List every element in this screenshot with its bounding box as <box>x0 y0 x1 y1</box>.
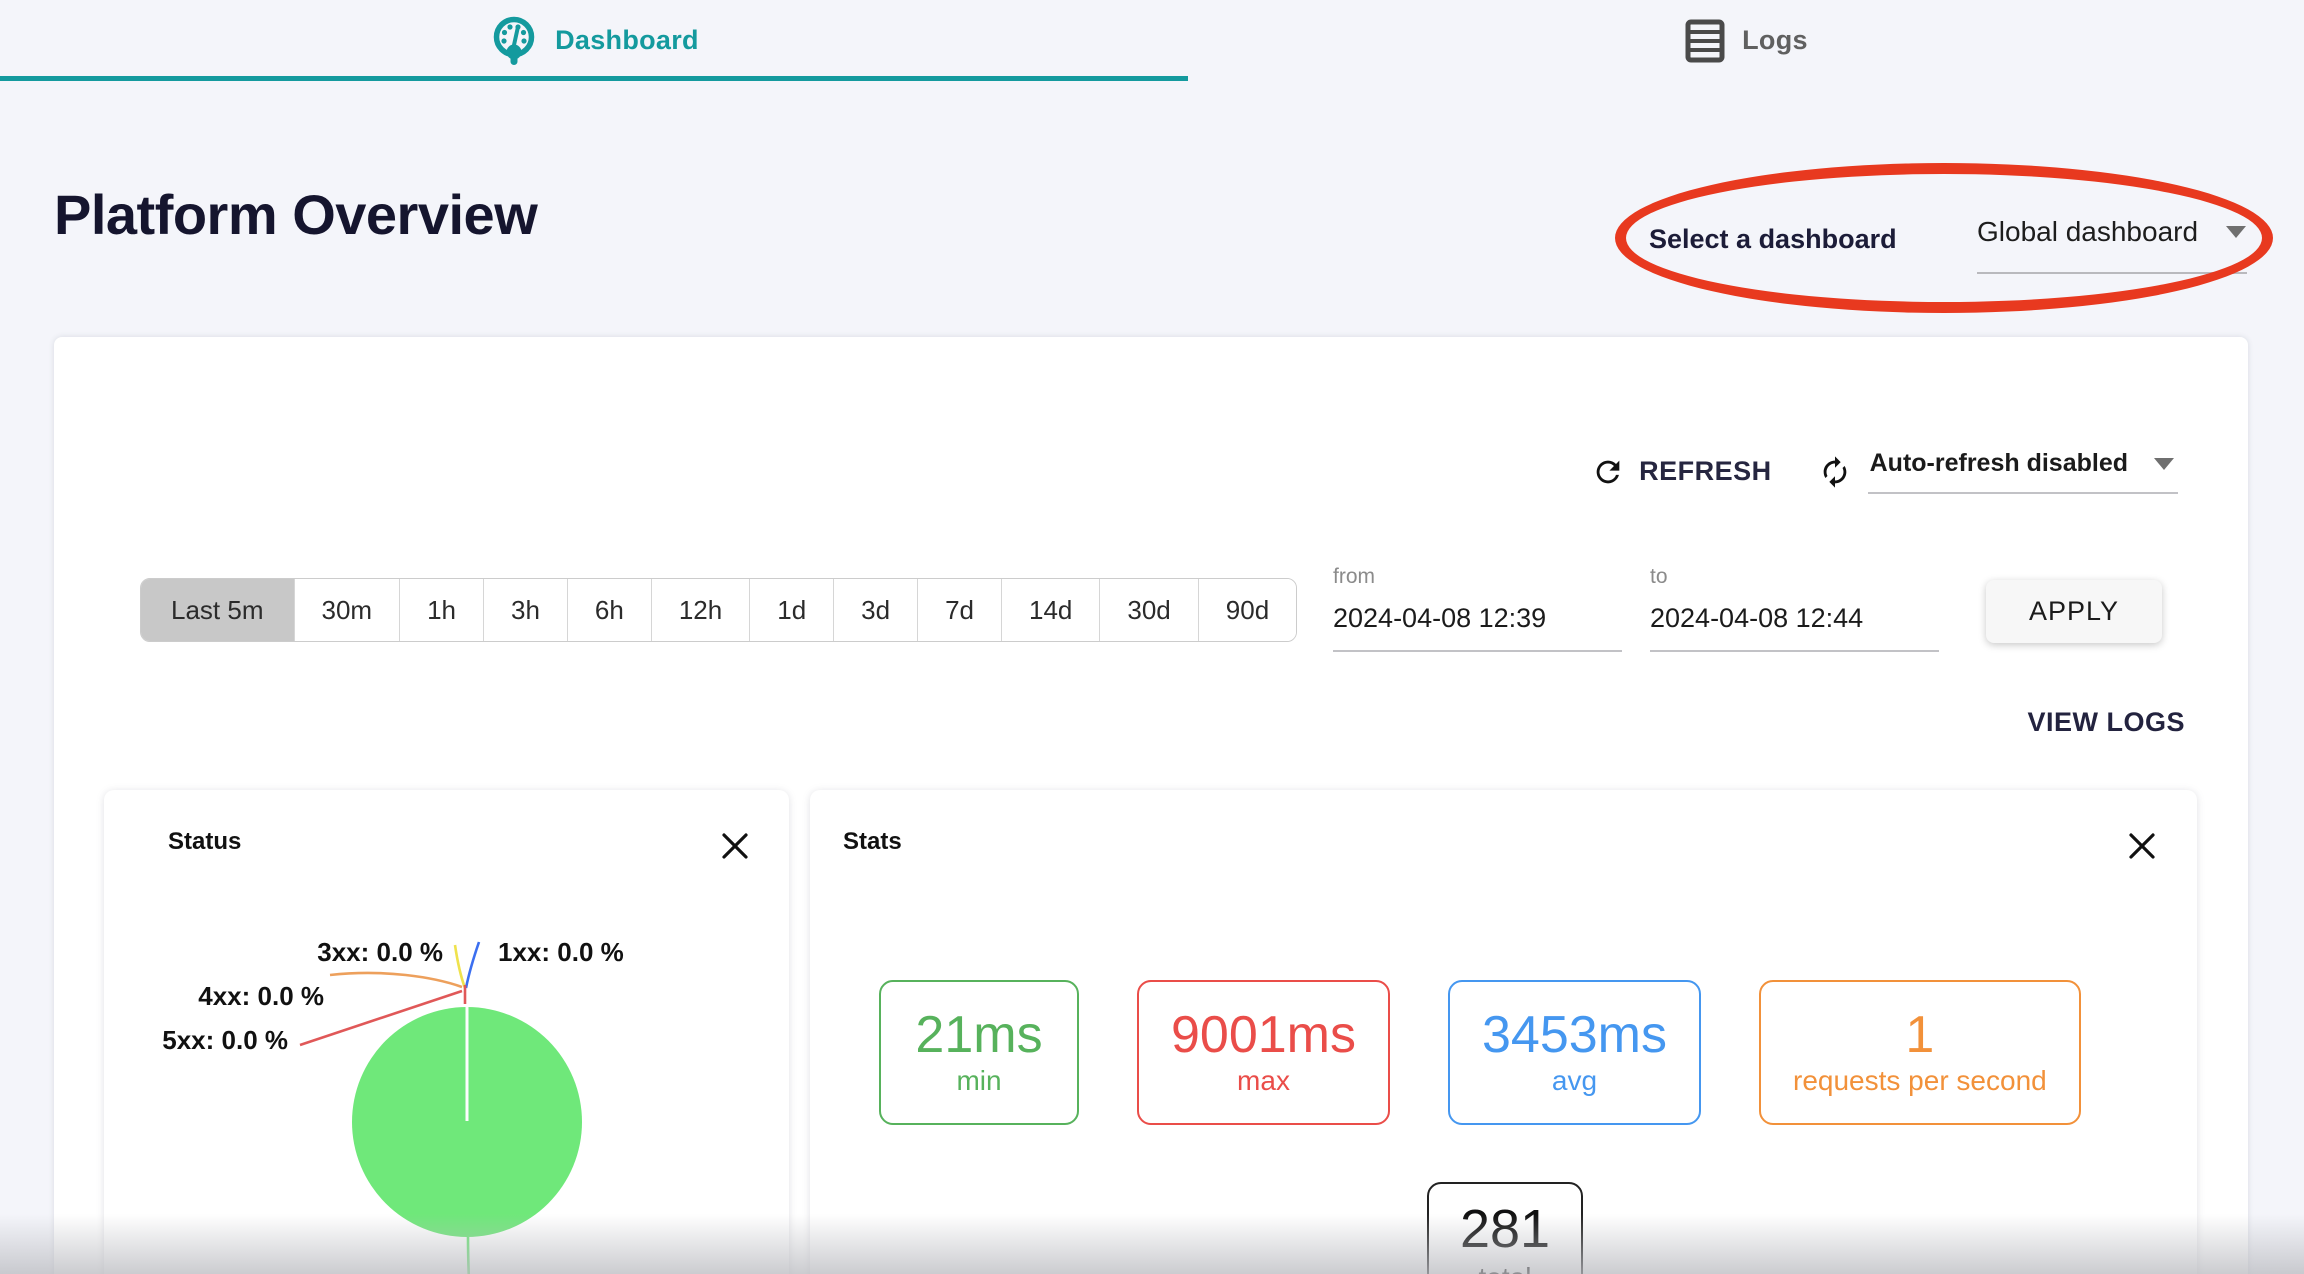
status-pie-chart: 3xx: 0.0 % 1xx: 0.0 % 4xx: 0.0 % 5xx: 0.… <box>104 900 789 1274</box>
chevron-down-icon <box>2226 226 2246 238</box>
view-logs-link[interactable]: VIEW LOGS <box>2027 707 2185 738</box>
refresh-row: REFRESH Auto-refresh disabled <box>1591 449 2178 494</box>
dashboard-select-value: Global dashboard <box>1977 216 2198 248</box>
leader-line-4xx <box>330 973 462 987</box>
refresh-button[interactable]: REFRESH <box>1591 455 1772 489</box>
time-range-14d[interactable]: 14d <box>1001 579 1099 641</box>
leader-line-1xx <box>466 942 479 988</box>
stat-value: 9001ms <box>1171 1008 1356 1063</box>
to-field-label: to <box>1650 565 1939 589</box>
stat-box-max: 9001msmax <box>1137 980 1390 1125</box>
pie-label-4xx: 4xx: 0.0 % <box>198 981 324 1011</box>
apply-button[interactable]: APPLY <box>1986 580 2162 643</box>
refresh-icon <box>1591 455 1625 489</box>
time-range-3d[interactable]: 3d <box>833 579 917 641</box>
auto-refresh-select[interactable]: Auto-refresh disabled <box>1818 449 2178 494</box>
stat-value: 21ms <box>915 1008 1042 1063</box>
time-range-last-5m[interactable]: Last 5m <box>141 579 294 641</box>
pie-label-5xx: 5xx: 0.0 % <box>162 1025 288 1055</box>
stat-label: min <box>956 1065 1001 1097</box>
page-title: Platform Overview <box>54 182 537 247</box>
from-field-value[interactable]: 2024-04-08 12:39 <box>1333 603 1622 652</box>
to-field-value[interactable]: 2024-04-08 12:44 <box>1650 603 1939 652</box>
stat-label: requests per second <box>1793 1065 2047 1097</box>
status-widget-title: Status <box>168 828 241 856</box>
auto-refresh-icon <box>1818 455 1852 489</box>
auto-refresh-label: Auto-refresh disabled <box>1870 449 2128 478</box>
from-field-label: from <box>1333 565 1622 589</box>
to-field[interactable]: to 2024-04-08 12:44 <box>1650 565 1939 652</box>
pie-label-3xx: 3xx: 0.0 % <box>317 937 443 967</box>
stat-value: 3453ms <box>1482 1008 1667 1063</box>
stat-label: avg <box>1552 1065 1597 1097</box>
time-range-12h[interactable]: 12h <box>651 579 749 641</box>
refresh-button-label: REFRESH <box>1639 456 1772 487</box>
stat-label: max <box>1237 1065 1290 1097</box>
tab-logs[interactable]: Logs <box>1188 0 2304 81</box>
time-range-30d[interactable]: 30d <box>1099 579 1197 641</box>
stat-box-avg: 3453msavg <box>1448 980 1701 1125</box>
stat-value: 1 <box>1905 1008 1934 1063</box>
stat-box-requests-per-second: 1requests per second <box>1759 980 2081 1125</box>
tab-logs-label: Logs <box>1742 25 1808 56</box>
time-range-7d[interactable]: 7d <box>917 579 1001 641</box>
time-range-group: Last 5m30m1h3h6h12h1d3d7d14d30d90d <box>140 578 1297 642</box>
time-range-90d[interactable]: 90d <box>1198 579 1296 641</box>
time-range-6h[interactable]: 6h <box>567 579 651 641</box>
from-field[interactable]: from 2024-04-08 12:39 <box>1333 565 1622 652</box>
tab-bar: Dashboard Logs <box>0 0 2304 81</box>
stat-boxes-row: 21msmin 9001msmax 3453msavg 1requests per s… <box>879 980 2081 1125</box>
gauge-icon <box>489 14 539 68</box>
close-icon[interactable] <box>2126 830 2158 862</box>
dashboard-select-label: Select a dashboard <box>1649 224 1897 255</box>
close-icon[interactable] <box>719 830 751 862</box>
stat-box-min: 21msmin <box>879 980 1079 1125</box>
leader-line-3xx <box>455 945 465 988</box>
stats-widget: Stats 21msmin 9001msmax 3453msavg 1requests… <box>810 790 2197 1274</box>
dashboard-select[interactable]: Global dashboard <box>1977 216 2247 274</box>
logs-icon <box>1684 18 1726 64</box>
app-root: Dashboard Logs Platform Overview Select … <box>0 0 2304 1274</box>
chevron-down-icon <box>2154 458 2174 470</box>
time-range-1d[interactable]: 1d <box>749 579 833 641</box>
time-range-3h[interactable]: 3h <box>483 579 567 641</box>
pie-label-1xx: 1xx: 0.0 % <box>498 937 624 967</box>
tab-dashboard[interactable]: Dashboard <box>0 0 1188 81</box>
dashboard-panel: REFRESH Auto-refresh disabled Last 5m30m… <box>54 337 2248 1274</box>
leader-line-2xx <box>468 1237 471 1274</box>
total-stat-label: total <box>1429 1262 1581 1274</box>
active-tab-indicator <box>0 76 1188 81</box>
time-range-30m[interactable]: 30m <box>294 579 400 641</box>
total-stat-box: 281 total <box>1427 1182 1583 1274</box>
tab-dashboard-label: Dashboard <box>555 25 699 56</box>
stats-widget-title: Stats <box>843 828 902 856</box>
total-stat-value: 281 <box>1429 1198 1581 1260</box>
time-range-1h[interactable]: 1h <box>399 579 483 641</box>
status-widget: Status 3xx: 0.0 % 1xx: 0.0 % 4xx: 0.0 % … <box>104 790 789 1274</box>
